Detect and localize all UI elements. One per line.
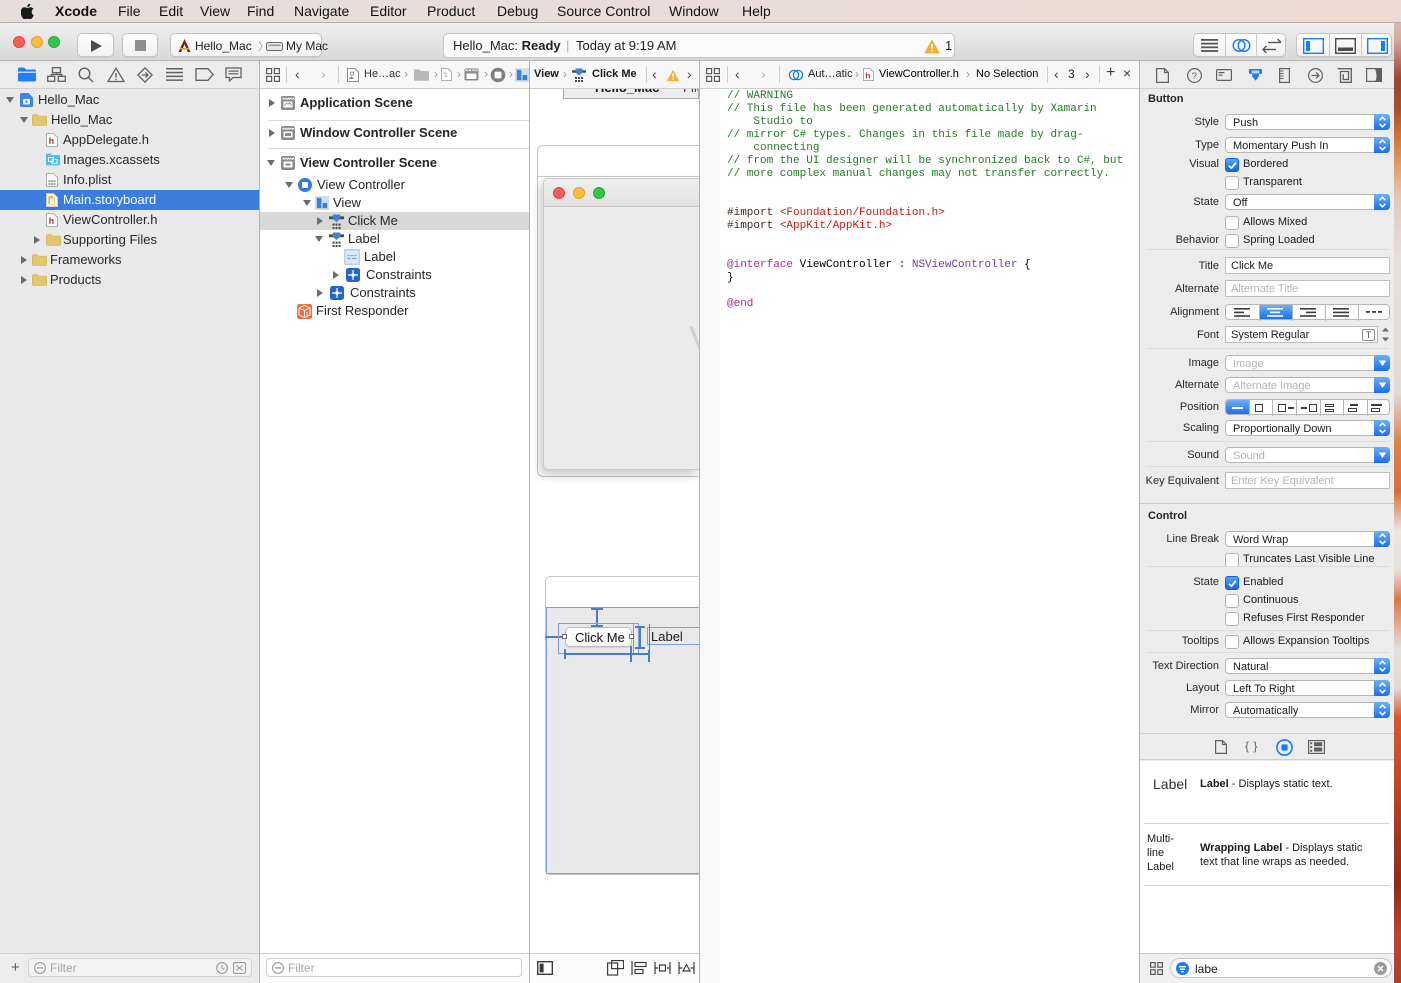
svg-text:?: ? (1192, 71, 1197, 82)
svg-text:h: h (865, 71, 870, 81)
svg-text:h: h (49, 216, 55, 226)
svg-text:h: h (49, 136, 55, 146)
svg-text:1: 1 (306, 312, 309, 318)
